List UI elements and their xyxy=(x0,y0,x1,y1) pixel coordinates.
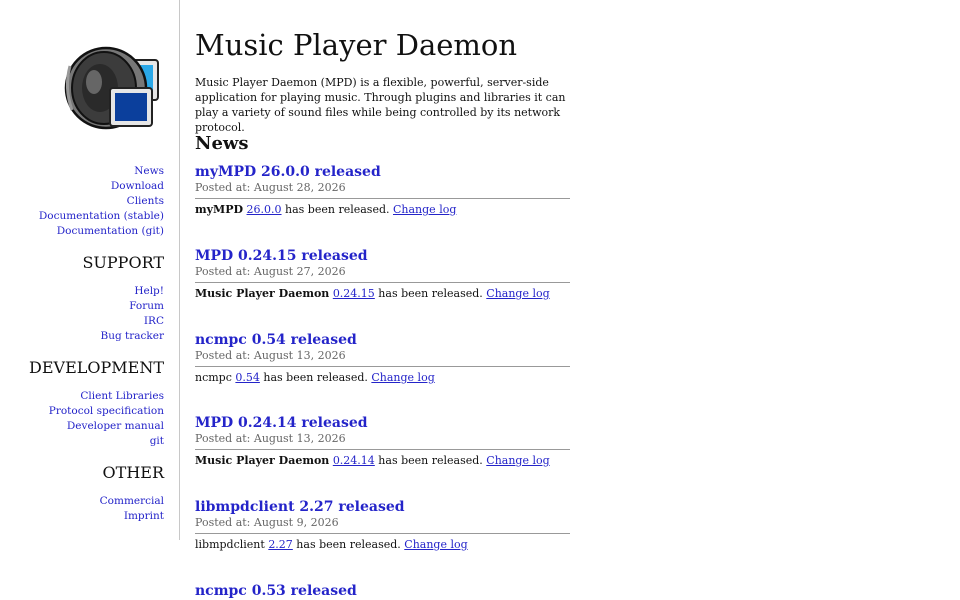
nav-link-commercial[interactable]: Commercial xyxy=(100,494,164,509)
news-item: myMPD 26.0.0 released Posted at: August … xyxy=(195,164,570,217)
news-changelog-link[interactable]: Change log xyxy=(486,287,549,300)
news-body: libmpdclient 2.27 has been released. Cha… xyxy=(195,537,570,552)
nav-heading-other: OTHER xyxy=(102,463,164,482)
nav-link-protocol-specification[interactable]: Protocol specification xyxy=(49,404,164,419)
nav-link-imprint[interactable]: Imprint xyxy=(100,509,164,524)
nav-link-bug-tracker[interactable]: Bug tracker xyxy=(100,329,164,344)
news-body-text: has been released. xyxy=(374,287,487,300)
nav-link-developer-manual[interactable]: Developer manual xyxy=(49,419,164,434)
news-project: libmpdclient xyxy=(195,538,265,551)
news-body: Music Player Daemon 0.24.14 has been rel… xyxy=(195,453,570,468)
news-item: MPD 0.24.15 released Posted at: August 2… xyxy=(195,248,570,301)
news-body: myMPD 26.0.0 has been released. Change l… xyxy=(195,202,570,217)
nav-heading-development: DEVELOPMENT xyxy=(29,358,164,377)
news-body-text: has been released. xyxy=(292,538,405,551)
news-date: Posted at: August 27, 2026 xyxy=(195,265,570,283)
news-version-link[interactable]: 2.27 xyxy=(268,538,293,551)
nav-link-git[interactable]: git xyxy=(49,434,164,449)
news-project: myMPD xyxy=(195,203,244,216)
news-date: Posted at: August 28, 2026 xyxy=(195,181,570,199)
nav-link-irc[interactable]: IRC xyxy=(100,314,164,329)
nav-support: Help! Forum IRC Bug tracker xyxy=(100,284,164,344)
news-title-link[interactable]: MPD 0.24.15 released xyxy=(195,248,570,265)
news-project: Music Player Daemon xyxy=(195,454,330,467)
nav-link-news[interactable]: News xyxy=(39,164,164,179)
news-version-link[interactable]: 0.54 xyxy=(235,371,260,384)
nav-link-documentation-stable[interactable]: Documentation (stable) xyxy=(39,209,164,224)
news-body: Music Player Daemon 0.24.15 has been rel… xyxy=(195,286,570,301)
news-project: ncmpc xyxy=(195,371,232,384)
news-date: Posted at: August 13, 2026 xyxy=(195,349,570,367)
nav-link-help[interactable]: Help! xyxy=(100,284,164,299)
intro-text: Music Player Daemon (MPD) is a flexible,… xyxy=(195,76,566,134)
news-body-text: has been released. xyxy=(374,454,487,467)
news-heading: News xyxy=(195,133,249,154)
speaker-logo-icon[interactable] xyxy=(60,44,166,130)
news-changelog-link[interactable]: Change log xyxy=(371,371,434,384)
news-title-link[interactable]: libmpdclient 2.27 released xyxy=(195,499,570,516)
news-item: libmpdclient 2.27 released Posted at: Au… xyxy=(195,499,570,552)
news-project: Music Player Daemon xyxy=(195,287,330,300)
news-date: Posted at: August 13, 2026 xyxy=(195,432,570,450)
news-changelog-link[interactable]: Change log xyxy=(393,203,456,216)
news-changelog-link[interactable]: Change log xyxy=(486,454,549,467)
news-version-link[interactable]: 0.24.15 xyxy=(333,287,375,300)
news-body-text: has been released. xyxy=(259,371,372,384)
news-item: MPD 0.24.14 released Posted at: August 1… xyxy=(195,415,570,468)
nav-development: Client Libraries Protocol specification … xyxy=(49,389,164,449)
news-item: ncmpc 0.54 released Posted at: August 13… xyxy=(195,332,570,385)
nav-main: News Download Clients Documentation (sta… xyxy=(39,164,164,239)
nav-other: Commercial Imprint xyxy=(100,494,164,524)
news-title-link[interactable]: ncmpc 0.54 released xyxy=(195,332,570,349)
news-item: ncmpc 0.53 released xyxy=(195,583,570,600)
news-changelog-link[interactable]: Change log xyxy=(404,538,467,551)
news-version-link[interactable]: 0.24.14 xyxy=(333,454,375,467)
news-body: ncmpc 0.54 has been released. Change log xyxy=(195,370,570,385)
nav-link-forum[interactable]: Forum xyxy=(100,299,164,314)
nav-link-client-libraries[interactable]: Client Libraries xyxy=(49,389,164,404)
news-title-link[interactable]: MPD 0.24.14 released xyxy=(195,415,570,432)
nav-link-download[interactable]: Download xyxy=(39,179,164,194)
nav-link-documentation-git[interactable]: Documentation (git) xyxy=(39,224,164,239)
sidebar: News Download Clients Documentation (sta… xyxy=(0,0,180,540)
news-version-link[interactable]: 26.0.0 xyxy=(247,203,282,216)
page-title: Music Player Daemon xyxy=(195,28,518,62)
news-title-link[interactable]: myMPD 26.0.0 released xyxy=(195,164,570,181)
news-date: Posted at: August 9, 2026 xyxy=(195,516,570,534)
nav-link-clients[interactable]: Clients xyxy=(39,194,164,209)
news-body-text: has been released. xyxy=(281,203,393,216)
news-title-link[interactable]: ncmpc 0.53 released xyxy=(195,583,570,600)
nav-heading-support: SUPPORT xyxy=(82,253,164,272)
